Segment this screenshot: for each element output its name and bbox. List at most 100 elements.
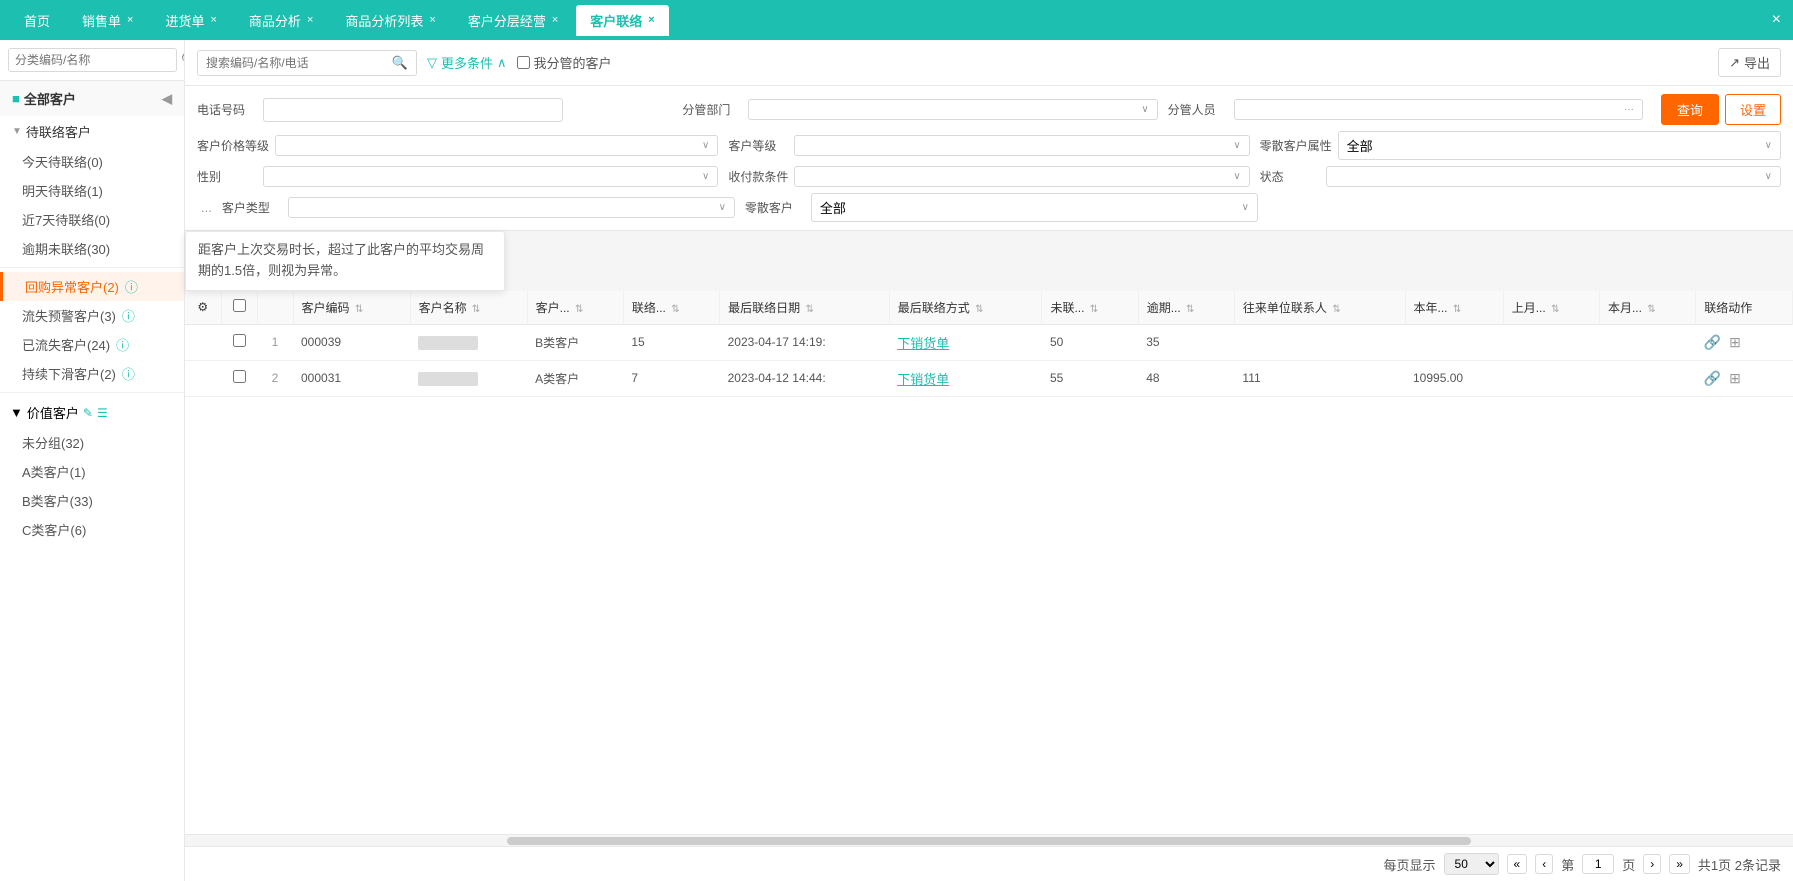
- value-arrow: ▼: [10, 405, 23, 420]
- row2-checkbox-cell: [221, 360, 257, 396]
- next-page-button[interactable]: ›: [1643, 854, 1661, 874]
- filter-phone: 电话号码: [197, 98, 672, 122]
- sidebar-item-tomorrow[interactable]: 明天待联络(1): [0, 176, 184, 205]
- col-code-header[interactable]: 客户编码 ⇅: [293, 291, 410, 325]
- close-product-list-tab[interactable]: ×: [429, 14, 435, 26]
- col-uncontacted-header[interactable]: 未联... ⇅: [1042, 291, 1138, 325]
- scrollbar-thumb[interactable]: [507, 837, 1472, 845]
- close-customer-contact-tab[interactable]: ×: [648, 14, 654, 26]
- per-page-select[interactable]: 50 20 100: [1444, 853, 1499, 875]
- setting-button[interactable]: 设置: [1725, 94, 1781, 125]
- last-page-button[interactable]: »: [1669, 854, 1690, 874]
- sidebar-item-lost[interactable]: 已流失客户(24) ⓘ: [0, 330, 184, 359]
- close-sales-tab[interactable]: ×: [127, 14, 133, 26]
- close-purchase-tab[interactable]: ×: [210, 14, 216, 26]
- close-customer-layers-tab[interactable]: ×: [552, 14, 558, 26]
- row2-checkbox[interactable]: [233, 370, 246, 383]
- row1-last-month: [1503, 324, 1599, 360]
- col-last-month-header[interactable]: 上月... ⇅: [1503, 291, 1599, 325]
- row1-method-link[interactable]: 下销货单: [897, 336, 949, 351]
- all-customers-section[interactable]: ■ 全部客户 ◀: [0, 81, 184, 116]
- sort-thismonth-icon: ⇅: [1647, 304, 1655, 315]
- sidebar-item-ungrouped[interactable]: 未分组(32): [0, 428, 184, 457]
- col-last-date-header[interactable]: 最后联络日期 ⇅: [720, 291, 890, 325]
- edit-icon[interactable]: ✎: [83, 406, 93, 420]
- retail-attr-chevron: ∨: [1765, 140, 1772, 151]
- manager-chevron: ···: [1624, 104, 1634, 115]
- customer-type-chevron: ∨: [719, 202, 726, 213]
- payment-select[interactable]: ∨: [794, 166, 1249, 187]
- horizontal-scrollbar[interactable]: [185, 834, 1793, 846]
- prev-page-button[interactable]: ‹: [1535, 854, 1553, 874]
- customers-table: ⚙ 客户编码 ⇅ 客户名称 ⇅ 客户... ⇅ 联络... ⇅ 最后联络日期 ⇅…: [185, 291, 1793, 397]
- status-select[interactable]: ∨: [1326, 166, 1781, 187]
- row1-action: 🔗 ⊞: [1696, 324, 1793, 360]
- nav-home[interactable]: 首页: [10, 5, 64, 36]
- close-product-analysis-tab[interactable]: ×: [307, 14, 313, 26]
- sidebar-divider-2: [0, 392, 184, 393]
- manager-select[interactable]: ···: [1234, 99, 1643, 120]
- export-button[interactable]: ↗ 导出: [1718, 48, 1781, 77]
- sidebar-search-area: 🔍: [0, 40, 184, 81]
- col-overdue-header[interactable]: 逾期... ⇅: [1138, 291, 1234, 325]
- col-this-month-header[interactable]: 本月... ⇅: [1599, 291, 1695, 325]
- phone-input[interactable]: [263, 98, 563, 122]
- status-chevron: ∨: [1765, 171, 1772, 182]
- select-all-checkbox[interactable]: [233, 299, 246, 312]
- retail-attr-select[interactable]: 全部 ∨: [1338, 131, 1781, 160]
- info-icon-2: ⓘ: [122, 306, 135, 325]
- page-number-input[interactable]: [1582, 854, 1614, 874]
- row1-code: 000039: [293, 324, 410, 360]
- top-navigation: 首页 销售单 × 进货单 × 商品分析 × 商品分析列表 × 客户分层经营 × …: [0, 0, 1793, 40]
- search-input[interactable]: [206, 56, 386, 70]
- col-this-year-header[interactable]: 本年... ⇅: [1405, 291, 1503, 325]
- more-filter-ellipsis[interactable]: ...: [201, 200, 212, 215]
- nav-product-analysis[interactable]: 商品分析 ×: [235, 5, 327, 36]
- sidebar-item-overdue-contact[interactable]: 逾期未联络(30): [0, 234, 184, 263]
- sidebar-item-b-class[interactable]: B类客户(33): [0, 486, 184, 515]
- col-type-header[interactable]: 客户... ⇅: [527, 291, 623, 325]
- retail-customer-select[interactable]: 全部 ∨: [811, 193, 1258, 222]
- col-checkbox-header[interactable]: [221, 291, 257, 325]
- row2-link-icon[interactable]: 🔗: [1704, 370, 1721, 387]
- row2-grid-icon[interactable]: ⊞: [1729, 370, 1741, 387]
- add-icon[interactable]: ☰: [97, 406, 108, 420]
- sidebar-item-c-class[interactable]: C类客户(6): [0, 515, 184, 544]
- customer-level-select[interactable]: ∨: [794, 135, 1249, 156]
- row1-link-icon[interactable]: 🔗: [1704, 334, 1721, 351]
- more-conditions-toggle[interactable]: ▽ 更多条件 ∧: [427, 53, 507, 72]
- col-last-method-header[interactable]: 最后联络方式 ⇅: [889, 291, 1042, 325]
- collapse-icon[interactable]: ◀: [162, 91, 172, 107]
- sidebar-item-a-class[interactable]: A类客户(1): [0, 457, 184, 486]
- row2-method-link[interactable]: 下销货单: [897, 372, 949, 387]
- gender-select[interactable]: ∨: [263, 166, 718, 187]
- group-title-pending[interactable]: ▼ 待联络客户: [0, 116, 184, 147]
- dept-select[interactable]: ∨: [748, 99, 1157, 120]
- nav-customer-layers[interactable]: 客户分层经营 ×: [454, 5, 572, 36]
- col-contacts-header[interactable]: 联络... ⇅: [623, 291, 719, 325]
- col-name-header[interactable]: 客户名称 ⇅: [410, 291, 527, 325]
- row2-overdue: 48: [1138, 360, 1234, 396]
- sidebar-item-today[interactable]: 今天待联络(0): [0, 147, 184, 176]
- window-close-button[interactable]: ×: [1772, 11, 1781, 29]
- row1-grid-icon[interactable]: ⊞: [1729, 334, 1741, 351]
- my-customers-checkbox[interactable]: [517, 56, 530, 69]
- nav-customer-contact[interactable]: 客户联络 ×: [576, 5, 668, 36]
- col-related-header[interactable]: 往来单位联系人 ⇅: [1234, 291, 1405, 325]
- price-level-select[interactable]: ∨: [275, 135, 718, 156]
- sidebar-item-repurchase-abnormal[interactable]: 回购异常客户(2) ⓘ: [0, 272, 184, 301]
- nav-product-analysis-list[interactable]: 商品分析列表 ×: [331, 5, 449, 36]
- row2-related: 111: [1234, 360, 1405, 396]
- nav-sales[interactable]: 销售单 ×: [68, 5, 147, 36]
- customer-type-select[interactable]: ∨: [288, 197, 735, 218]
- sidebar-item-7days[interactable]: 近7天待联络(0): [0, 205, 184, 234]
- nav-purchase[interactable]: 进货单 ×: [151, 5, 230, 36]
- first-page-button[interactable]: «: [1507, 854, 1528, 874]
- query-button[interactable]: 查询: [1661, 94, 1719, 125]
- col-settings[interactable]: ⚙: [185, 291, 221, 325]
- search-icon[interactable]: 🔍: [392, 55, 408, 71]
- sidebar-search-input[interactable]: [8, 48, 177, 72]
- sidebar-item-declining[interactable]: 持续下滑客户(2) ⓘ: [0, 359, 184, 388]
- row1-checkbox[interactable]: [233, 334, 246, 347]
- sidebar-item-lost-warning[interactable]: 流失预警客户(3) ⓘ: [0, 301, 184, 330]
